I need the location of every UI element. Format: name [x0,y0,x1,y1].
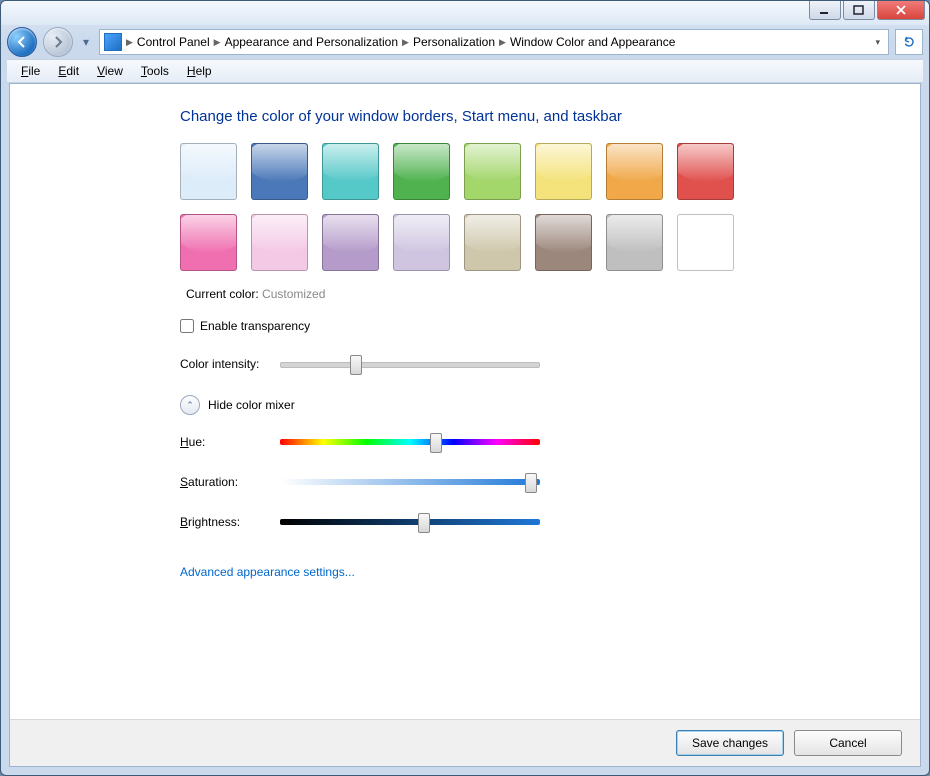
footer-bar: Save changes Cancel [10,719,920,766]
brightness-label: Brightness: [180,515,280,529]
color-swatch-sea[interactable] [322,143,379,200]
nav-bar: ▾ ▶ Control Panel ▶ Appearance and Persona… [1,25,929,59]
breadcrumb-item[interactable]: Control Panel [137,35,210,49]
arrow-left-icon [15,35,29,49]
intensity-slider[interactable] [280,355,540,373]
content-pane: Change the color of your window borders,… [9,83,921,767]
save-button[interactable]: Save changes [676,730,784,756]
slider-track [280,519,540,525]
color-swatch-lavender[interactable] [393,214,450,271]
color-swatch-pumpkin[interactable] [606,143,663,200]
menu-help[interactable]: Help [179,62,220,80]
close-icon [895,5,907,15]
breadcrumb-item[interactable]: Appearance and Personalization [225,35,398,49]
menu-edit[interactable]: Edit [50,62,87,80]
back-button[interactable] [7,27,37,57]
hue-slider[interactable] [280,433,540,451]
slider-track [280,362,540,368]
slider-thumb[interactable] [525,473,537,493]
hue-row: Hue: [180,433,920,451]
color-swatch-grid [180,143,780,271]
brightness-row: Brightness: [180,513,920,531]
slider-thumb[interactable] [430,433,442,453]
history-dropdown[interactable]: ▾ [79,31,93,53]
page-heading: Change the color of your window borders,… [180,108,920,125]
chevron-right-icon: ▶ [402,37,409,48]
intensity-label: Color intensity: [180,357,280,371]
forward-button[interactable] [43,27,73,57]
address-dropdown[interactable]: ▾ [871,37,884,48]
color-swatch-frost[interactable] [677,214,734,271]
slider-track [280,439,540,445]
window-frame: ▾ ▶ Control Panel ▶ Appearance and Persona… [0,0,930,776]
color-swatch-twilight[interactable] [251,143,308,200]
mixer-toggle-label: Hide color mixer [208,398,295,412]
menu-view[interactable]: View [89,62,131,80]
menu-file[interactable]: File [13,62,48,80]
saturation-row: Saturation: [180,473,920,491]
saturation-slider[interactable] [280,473,540,491]
advanced-settings-link[interactable]: Advanced appearance settings... [180,565,355,579]
chevron-down-icon: ▾ [83,35,89,49]
hue-label: Hue: [180,435,280,449]
color-swatch-violet[interactable] [322,214,379,271]
color-swatch-sky[interactable] [180,143,237,200]
color-swatch-lime[interactable] [464,143,521,200]
title-bar [1,1,929,25]
saturation-label: Saturation: [180,475,280,489]
chevron-up-icon: ⌃ [186,400,194,411]
mixer-toggle-row: ⌃ Hide color mixer [180,395,920,415]
minimize-icon [819,5,831,15]
transparency-label: Enable transparency [200,319,310,333]
breadcrumb-item[interactable]: Personalization [413,35,495,49]
color-swatch-fuchsia[interactable] [180,214,237,271]
refresh-icon [902,35,916,49]
control-panel-icon [104,33,122,51]
transparency-row: Enable transparency [180,319,920,333]
color-swatch-leaf[interactable] [393,143,450,200]
current-color-label: Current color: [186,287,259,301]
color-swatch-blush[interactable] [251,214,308,271]
current-color-row: Current color: Customized [186,287,920,301]
maximize-icon [853,5,865,15]
color-swatch-slate[interactable] [606,214,663,271]
chevron-right-icon: ▶ [214,37,221,48]
address-bar[interactable]: ▶ Control Panel ▶ Appearance and Personali… [99,29,889,55]
slider-track [280,479,540,485]
color-swatch-taupe[interactable] [464,214,521,271]
color-swatch-ruby[interactable] [677,143,734,200]
menu-tools[interactable]: Tools [133,62,177,80]
cancel-button[interactable]: Cancel [794,730,902,756]
current-color-value: Customized [262,287,325,301]
chevron-right-icon: ▶ [499,37,506,48]
color-swatch-sun[interactable] [535,143,592,200]
intensity-row: Color intensity: [180,355,920,373]
menu-bar: File Edit View Tools Help [7,59,923,83]
close-button[interactable] [877,1,925,20]
minimize-button[interactable] [809,1,841,20]
collapse-button[interactable]: ⌃ [180,395,200,415]
refresh-button[interactable] [895,29,923,55]
chevron-right-icon: ▶ [126,37,133,48]
maximize-button[interactable] [843,1,875,20]
breadcrumb-item[interactable]: Window Color and Appearance [510,35,675,49]
arrow-right-icon [51,35,65,49]
transparency-checkbox[interactable] [180,319,194,333]
brightness-slider[interactable] [280,513,540,531]
slider-thumb[interactable] [418,513,430,533]
slider-thumb[interactable] [350,355,362,375]
color-swatch-chocolate[interactable] [535,214,592,271]
